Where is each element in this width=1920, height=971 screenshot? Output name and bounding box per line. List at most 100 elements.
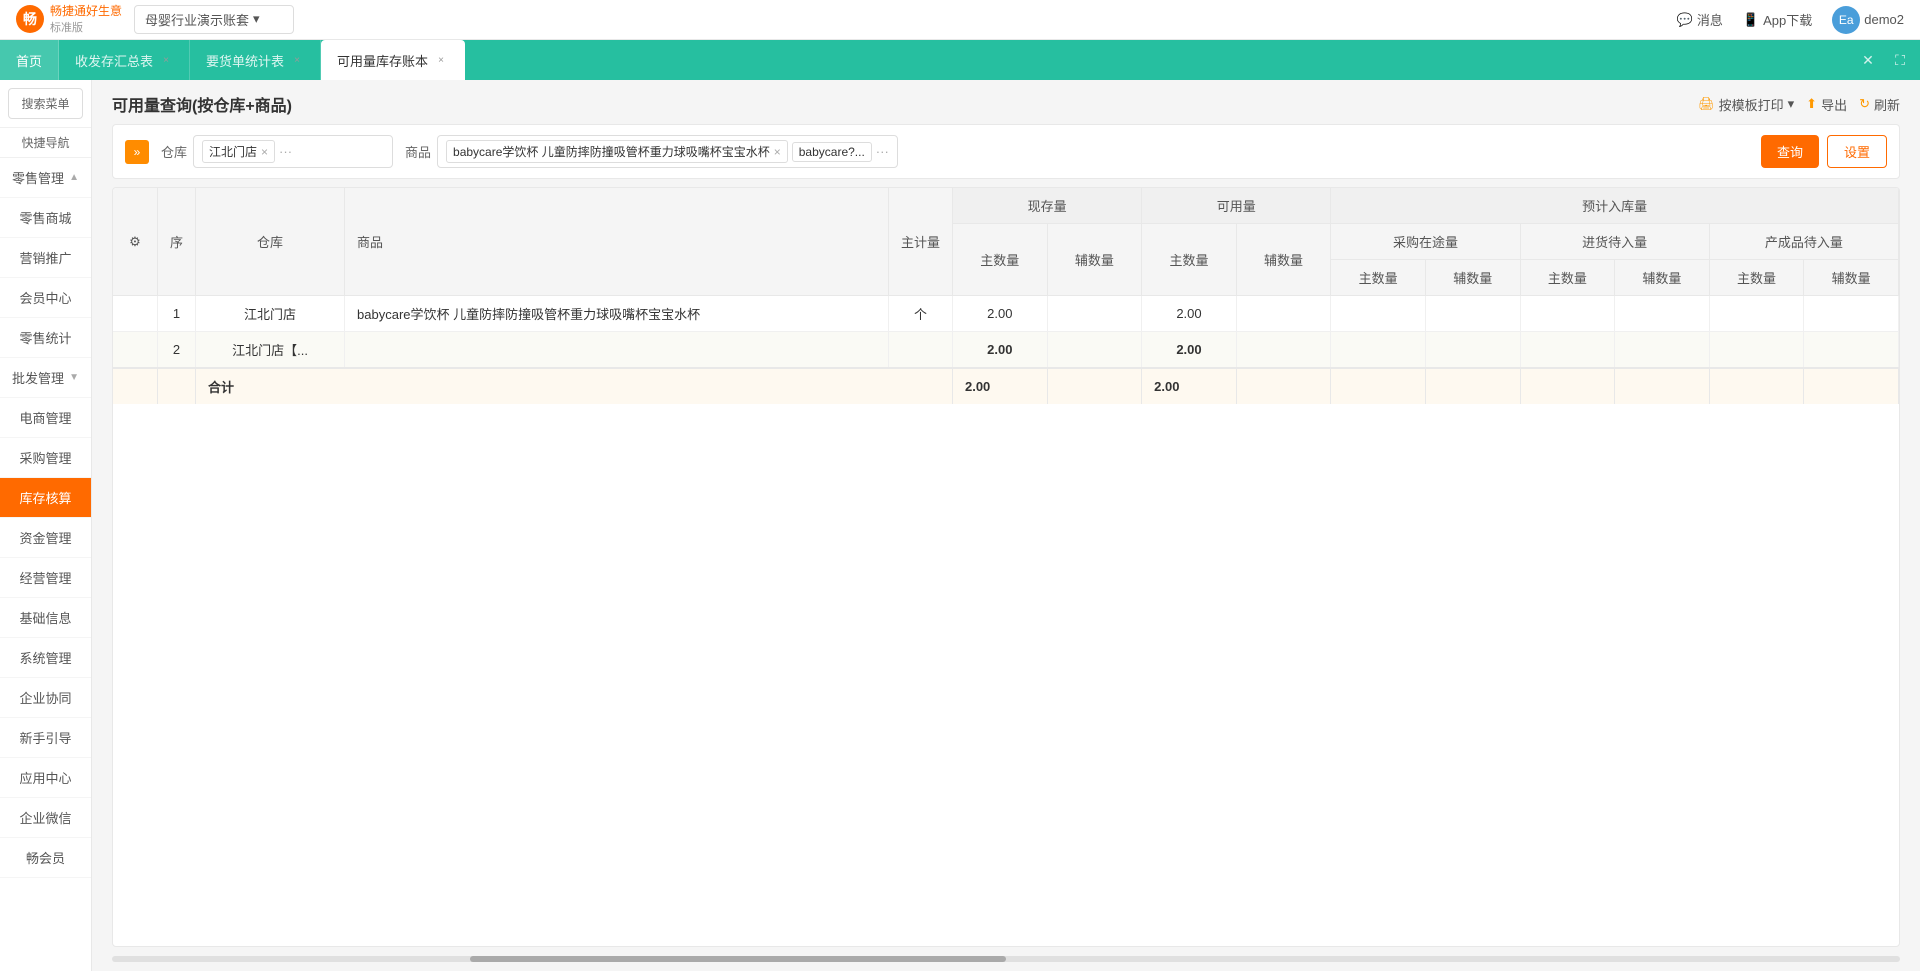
main-table: ⚙ 序 仓库 商品 主计量 现存量 可用量 预计入库量 主数量 辅数量 主数量 <box>113 188 1899 404</box>
cell-unit: 个 <box>888 296 952 332</box>
sidebar-item-operation[interactable]: 经营管理 <box>0 558 91 598</box>
sidebar-item-ecommerce[interactable]: 电商管理 <box>0 398 91 438</box>
footer-goods-pending-main <box>1520 368 1615 404</box>
tab-order-stats-close[interactable]: × <box>290 53 304 67</box>
cell-product: babycare学饮杯 儿童防摔防撞吸管杯重力球吸嘴杯宝宝水杯 <box>345 296 889 332</box>
warehouse-input[interactable]: 江北门店 × ··· <box>193 135 393 168</box>
col-goods-pending-main: 主数量 <box>1520 260 1615 296</box>
template-print-btn[interactable]: 🖨 按模板打印 ▾ <box>1698 95 1794 114</box>
product-tag1-remove[interactable]: × <box>774 145 781 159</box>
sidebar-item-label: 经营管理 <box>19 568 71 587</box>
sidebar-item-retail-mgmt[interactable]: 零售管理 ▲ <box>0 158 91 198</box>
product-input[interactable]: babycare学饮杯 儿童防摔防撞吸管杯重力球吸嘴杯宝宝水杯 × babyca… <box>437 135 898 168</box>
sidebar-item-marketing[interactable]: 营销推广 <box>0 238 91 278</box>
logo-icon: 畅 <box>16 5 44 33</box>
footer-goods-pending-sub <box>1615 368 1710 404</box>
query-button[interactable]: 查询 <box>1761 135 1819 168</box>
filter-expand-btn[interactable]: » <box>125 140 149 164</box>
tab-home-label: 首页 <box>16 51 42 70</box>
cell-avail-sub <box>1236 332 1331 369</box>
export-icon: ⬆ <box>1806 96 1817 112</box>
sidebar-item-system[interactable]: 系统管理 <box>0 638 91 678</box>
footer-pur-transit-sub <box>1425 368 1520 404</box>
cell-prod-pending-sub <box>1804 332 1899 369</box>
nav-expand-btn[interactable]: ⛶ <box>1888 48 1912 72</box>
sidebar-item-label: 新手引导 <box>19 728 71 747</box>
footer-label: 合计 <box>196 368 953 404</box>
scrollbar-thumb[interactable] <box>470 956 1006 962</box>
tab-receivable-label: 收发存汇总表 <box>75 51 153 70</box>
cell-goods-pending-sub <box>1615 296 1710 332</box>
footer-avail-main: 2.00 <box>1142 368 1237 404</box>
sidebar-item-finance[interactable]: 资金管理 <box>0 518 91 558</box>
search-menu-button[interactable]: 搜索菜单 <box>8 88 83 119</box>
top-bar-right: 💬 消息 📱 App下载 Ea demo2 <box>1677 6 1904 34</box>
content-area: 可用量查询(按仓库+商品) 🖨 按模板打印 ▾ ⬆ 导出 ↻ 刷新 » <box>92 80 1920 971</box>
sidebar-item-inventory[interactable]: 库存核算 <box>0 478 91 518</box>
sidebar-item-label: 应用中心 <box>19 768 71 787</box>
sidebar-item-label: 零售管理 <box>12 168 64 187</box>
message-action[interactable]: 💬 消息 <box>1677 10 1723 29</box>
footer-prod-pending-main <box>1709 368 1804 404</box>
chevron-up-icon: ▲ <box>69 172 79 183</box>
tab-home[interactable]: 首页 <box>0 40 59 80</box>
sidebar-item-wholesale-mgmt[interactable]: 批发管理 ▼ <box>0 358 91 398</box>
sidebar-item-retail-shop[interactable]: 零售商城 <box>0 198 91 238</box>
cell-unit <box>888 332 952 369</box>
tab-available-stock[interactable]: 可用量库存账本 × <box>321 40 465 80</box>
sidebar-item-retail-stats[interactable]: 零售统计 <box>0 318 91 358</box>
sidebar-item-app-center[interactable]: 应用中心 <box>0 758 91 798</box>
sidebar-item-label: 畅会员 <box>26 848 65 867</box>
sidebar-item-enterprise[interactable]: 企业协同 <box>0 678 91 718</box>
user-action[interactable]: Ea demo2 <box>1832 6 1904 34</box>
warehouse-tag: 江北门店 × <box>202 140 275 163</box>
column-settings-icon[interactable]: ⚙ <box>125 232 145 252</box>
tab-order-stats[interactable]: 要货单统计表 × <box>190 40 321 80</box>
logo-texts: 畅捷通好生意 标准版 <box>50 4 122 34</box>
col-product-header: 商品 <box>345 188 889 296</box>
top-bar: 畅 畅捷通好生意 标准版 母婴行业演示账套 ▾ 💬 消息 📱 App下载 Ea … <box>0 0 1920 40</box>
username: demo2 <box>1864 12 1904 27</box>
refresh-icon: ↻ <box>1859 96 1870 112</box>
product-tag2-text: babycare?... <box>799 145 865 159</box>
sidebar-item-label: 企业微信 <box>19 808 71 827</box>
download-action[interactable]: 📱 App下载 <box>1743 10 1812 29</box>
nav-close-btn[interactable]: ✕ <box>1856 48 1880 72</box>
tab-receivable[interactable]: 收发存汇总表 × <box>59 40 190 80</box>
cell-pur-transit-main <box>1331 332 1426 369</box>
sidebar-item-label: 零售商城 <box>19 208 71 227</box>
industry-selector[interactable]: 母婴行业演示账套 ▾ <box>134 5 294 34</box>
chevron-down-icon: ▾ <box>253 11 260 27</box>
cell-warehouse: 江北门店【... <box>196 332 345 369</box>
col-goods-pending-sub: 辅数量 <box>1615 260 1710 296</box>
product-tag1-text: babycare学饮杯 儿童防摔防撞吸管杯重力球吸嘴杯宝宝水杯 <box>453 143 770 160</box>
cell-avail-main: 2.00 <box>1142 296 1237 332</box>
footer-no <box>158 368 196 404</box>
sidebar-search-area: 搜索菜单 <box>0 80 91 128</box>
sidebar-item-vip[interactable]: 畅会员 <box>0 838 91 878</box>
sidebar-item-wechat[interactable]: 企业微信 <box>0 798 91 838</box>
cell-prod-pending-main <box>1709 296 1804 332</box>
print-icon: 🖨 <box>1698 96 1715 112</box>
warehouse-tag-remove[interactable]: × <box>261 145 268 159</box>
col-stock-group-header: 现存量 <box>952 188 1141 224</box>
logo-area: 畅 畅捷通好生意 标准版 <box>16 4 122 34</box>
col-prod-pending-sub: 辅数量 <box>1804 260 1899 296</box>
refresh-btn[interactable]: ↻ 刷新 <box>1859 95 1900 114</box>
top-bar-left: 畅 畅捷通好生意 标准版 母婴行业演示账套 ▾ <box>16 4 294 34</box>
horizontal-scrollbar[interactable] <box>112 951 1900 967</box>
sidebar-item-basic-info[interactable]: 基础信息 <box>0 598 91 638</box>
col-settings-header[interactable]: ⚙ <box>113 188 158 296</box>
col-pur-transit-group: 采购在途量 <box>1331 224 1520 260</box>
tab-available-stock-close[interactable]: × <box>434 53 448 67</box>
tab-order-stats-label: 要货单统计表 <box>206 51 284 70</box>
sidebar-item-new-guide[interactable]: 新手引导 <box>0 718 91 758</box>
cell-goods-pending-main <box>1520 332 1615 369</box>
export-btn[interactable]: ⬆ 导出 <box>1806 95 1847 114</box>
settings-button[interactable]: 设置 <box>1827 135 1887 168</box>
sidebar-item-purchase[interactable]: 采购管理 <box>0 438 91 478</box>
tab-receivable-close[interactable]: × <box>159 53 173 67</box>
sidebar-quick-nav[interactable]: 快捷导航 <box>0 128 91 158</box>
sidebar-item-member[interactable]: 会员中心 <box>0 278 91 318</box>
col-avail-sub-header: 辅数量 <box>1236 224 1331 296</box>
